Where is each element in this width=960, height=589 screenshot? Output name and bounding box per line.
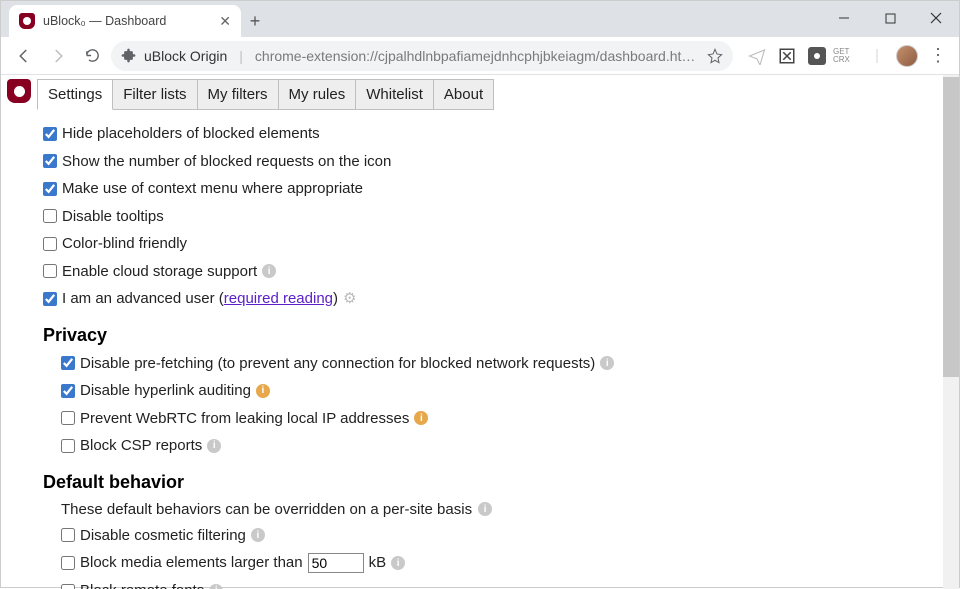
row-hide-placeholders[interactable]: Hide placeholders of blocked elements (43, 120, 937, 148)
label-enable-cloud: Enable cloud storage support (62, 262, 257, 282)
toolbar-right: GET CRX | ⋮ (737, 42, 951, 70)
row-hyperlink[interactable]: Disable hyperlink auditing i (61, 377, 937, 405)
tab-whitelist[interactable]: Whitelist (355, 79, 434, 110)
row-context-menu[interactable]: Make use of context menu where appropria… (43, 175, 937, 203)
extension-puzzle-icon (121, 48, 136, 63)
privacy-heading: Privacy (43, 325, 937, 346)
checkbox-cosmetic[interactable] (61, 528, 75, 542)
checkbox-show-number[interactable] (43, 154, 57, 168)
getcrx-extension-icon[interactable]: GET CRX (833, 42, 861, 70)
browser-tab[interactable]: uBlock₀ — Dashboard ✕ (9, 5, 241, 37)
browser-tabstrip: uBlock₀ — Dashboard ✕ + (1, 1, 959, 37)
label-hyperlink: Disable hyperlink auditing (80, 381, 251, 401)
tab-my-filters[interactable]: My filters (197, 79, 279, 110)
info-icon[interactable]: i (256, 384, 270, 398)
browser-toolbar: uBlock Origin | chrome-extension://cjpal… (1, 37, 959, 75)
tab-filter-lists[interactable]: Filter lists (112, 79, 197, 110)
ublock-extension-icon[interactable] (803, 42, 831, 70)
row-cosmetic[interactable]: Disable cosmetic filtering i (61, 522, 937, 550)
row-media[interactable]: Block media elements larger than kB i (61, 549, 937, 577)
row-csp[interactable]: Block CSP reports i (61, 432, 937, 460)
checkbox-advanced-user[interactable] (43, 292, 57, 306)
address-url: chrome-extension://cjpalhdlnbpafiamejdnh… (255, 48, 696, 64)
label-webrtc: Prevent WebRTC from leaking local IP add… (80, 409, 409, 429)
settings-list: Hide placeholders of blocked elements Sh… (37, 118, 943, 589)
label-media-unit: kB (369, 553, 387, 573)
dashboard-tabs: Settings Filter lists My filters My rule… (37, 79, 943, 110)
page-body: Settings Filter lists My filters My rule… (1, 75, 959, 589)
profile-avatar[interactable] (893, 42, 921, 70)
info-icon[interactable]: i (414, 411, 428, 425)
star-icon[interactable] (707, 48, 723, 64)
required-reading-link[interactable]: required reading (224, 290, 333, 307)
label-disable-tooltips: Disable tooltips (62, 207, 164, 227)
chrome-menu-button[interactable]: ⋮ (923, 42, 951, 70)
default-behavior-note: These default behaviors can be overridde… (61, 497, 937, 522)
label-advanced-user: I am an advanced user (required reading) (62, 289, 338, 309)
label-context-menu: Make use of context menu where appropria… (62, 179, 363, 199)
scrollbar[interactable] (943, 75, 959, 589)
info-icon[interactable]: i (251, 528, 265, 542)
row-show-number[interactable]: Show the number of blocked requests on t… (43, 148, 937, 176)
ublock-favicon-icon (19, 13, 35, 29)
tab-my-rules[interactable]: My rules (278, 79, 357, 110)
row-disable-tooltips[interactable]: Disable tooltips (43, 203, 937, 231)
window-controls (821, 1, 959, 35)
tab-about[interactable]: About (433, 79, 494, 110)
info-icon[interactable]: i (262, 264, 276, 278)
dashboard-content: Settings Filter lists My filters My rule… (37, 75, 943, 589)
checkbox-color-blind[interactable] (43, 237, 57, 251)
new-tab-button[interactable]: + (241, 5, 269, 37)
media-size-input[interactable] (308, 553, 364, 573)
info-icon[interactable]: i (391, 556, 405, 570)
checkbox-context-menu[interactable] (43, 182, 57, 196)
checkbox-remote-fonts[interactable] (61, 584, 75, 589)
forward-button[interactable] (43, 41, 73, 71)
label-csp: Block CSP reports (80, 436, 202, 456)
info-icon[interactable]: i (478, 502, 492, 516)
address-extension-name: uBlock Origin (144, 48, 227, 64)
checkbox-hyperlink[interactable] (61, 384, 75, 398)
row-prefetch[interactable]: Disable pre-fetching (to prevent any con… (61, 350, 937, 378)
blocker-extension-icon[interactable] (773, 42, 801, 70)
tab-close-button[interactable]: ✕ (219, 13, 231, 30)
label-prefetch: Disable pre-fetching (to prevent any con… (80, 354, 595, 374)
checkbox-media[interactable] (61, 556, 75, 570)
address-bar[interactable]: uBlock Origin | chrome-extension://cjpal… (111, 41, 733, 71)
row-webrtc[interactable]: Prevent WebRTC from leaking local IP add… (61, 405, 937, 433)
row-remote-fonts[interactable]: Block remote fonts i (61, 577, 937, 589)
ublock-logo-icon (7, 79, 31, 103)
info-icon[interactable]: i (209, 584, 223, 589)
label-hide-placeholders: Hide placeholders of blocked elements (62, 124, 320, 144)
tab-settings[interactable]: Settings (37, 79, 113, 110)
reload-button[interactable] (77, 41, 107, 71)
browser-tab-title: uBlock₀ — Dashboard (43, 14, 166, 28)
label-show-number: Show the number of blocked requests on t… (62, 152, 391, 172)
scrollbar-thumb[interactable] (943, 77, 959, 377)
row-advanced-user[interactable]: I am an advanced user (required reading)… (43, 285, 937, 313)
label-cosmetic: Disable cosmetic filtering (80, 526, 246, 546)
checkbox-hide-placeholders[interactable] (43, 127, 57, 141)
checkbox-enable-cloud[interactable] (43, 264, 57, 278)
label-media: Block media elements larger than (80, 553, 303, 573)
send-page-icon[interactable] (743, 42, 771, 70)
minimize-button[interactable] (821, 1, 867, 35)
info-icon[interactable]: i (600, 356, 614, 370)
maximize-button[interactable] (867, 1, 913, 35)
info-icon[interactable]: i (207, 439, 221, 453)
checkbox-csp[interactable] (61, 439, 75, 453)
label-color-blind: Color-blind friendly (62, 234, 187, 254)
row-enable-cloud[interactable]: Enable cloud storage support i (43, 258, 937, 286)
checkbox-disable-tooltips[interactable] (43, 209, 57, 223)
checkbox-webrtc[interactable] (61, 411, 75, 425)
gear-icon[interactable]: ⚙ (343, 289, 356, 309)
default-behavior-heading: Default behavior (43, 472, 937, 493)
back-button[interactable] (9, 41, 39, 71)
close-window-button[interactable] (913, 1, 959, 35)
checkbox-prefetch[interactable] (61, 356, 75, 370)
row-color-blind[interactable]: Color-blind friendly (43, 230, 937, 258)
